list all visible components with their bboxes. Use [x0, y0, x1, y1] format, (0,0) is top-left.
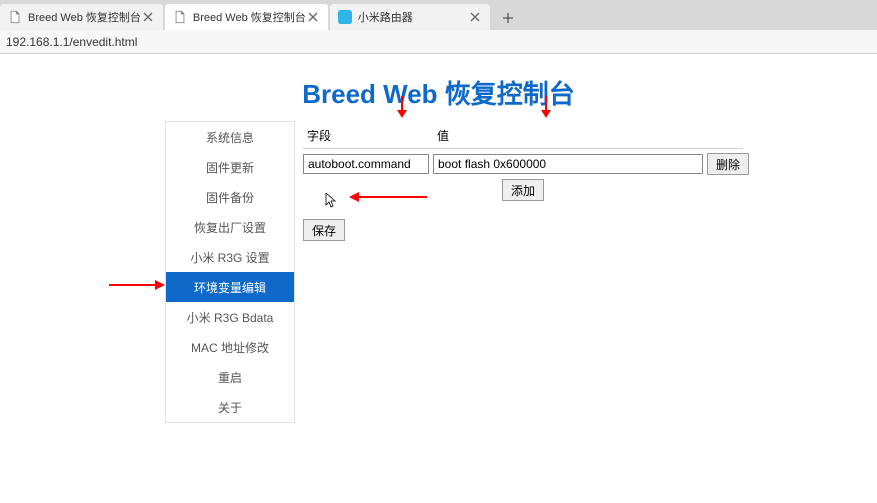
annotation-arrow [345, 190, 427, 204]
tab-title: Breed Web 恢复控制台 [28, 9, 141, 25]
browser-tab-bar: Breed Web 恢复控制台 Breed Web 恢复控制台 小米路由器 [0, 0, 877, 30]
page-icon [8, 10, 22, 24]
sidebar: 系统信息 固件更新 固件备份 恢复出厂设置 小米 R3G 设置 环境变量编辑 小… [165, 121, 295, 423]
save-button[interactable]: 保存 [303, 219, 345, 241]
form-header: 字段 值 [303, 123, 743, 149]
page-title: Breed Web 恢复控制台 [0, 74, 877, 111]
sidebar-item-firmware-backup[interactable]: 固件备份 [166, 182, 294, 212]
tab-title: 小米路由器 [358, 9, 468, 25]
add-button[interactable]: 添加 [502, 179, 544, 201]
address-bar[interactable]: 192.168.1.1/envedit.html [0, 30, 877, 54]
sidebar-item-env-edit[interactable]: 环境变量编辑 [166, 272, 294, 302]
close-icon[interactable] [306, 10, 320, 24]
tab-title: Breed Web 恢复控制台 [193, 9, 306, 25]
sidebar-item-reboot[interactable]: 重启 [166, 362, 294, 392]
sidebar-item-about[interactable]: 关于 [166, 392, 294, 422]
value-input[interactable] [433, 154, 703, 174]
url-text: 192.168.1.1/envedit.html [6, 35, 137, 49]
annotation-arrow [395, 96, 409, 124]
browser-tab-2[interactable]: 小米路由器 [330, 4, 490, 30]
sidebar-item-r3g-bdata[interactable]: 小米 R3G Bdata [166, 302, 294, 332]
sidebar-item-sysinfo[interactable]: 系统信息 [166, 122, 294, 152]
field-header: 字段 [303, 127, 433, 144]
cursor-icon [324, 193, 338, 209]
value-header: 值 [433, 127, 713, 144]
annotation-arrow [539, 96, 553, 124]
close-icon[interactable] [468, 10, 482, 24]
delete-button[interactable]: 删除 [707, 153, 749, 175]
browser-tab-1[interactable]: Breed Web 恢复控制台 [165, 4, 328, 30]
sidebar-item-mac-edit[interactable]: MAC 地址修改 [166, 332, 294, 362]
browser-tab-0[interactable]: Breed Web 恢复控制台 [0, 4, 163, 30]
field-input[interactable] [303, 154, 429, 174]
sidebar-item-r3g-settings[interactable]: 小米 R3G 设置 [166, 242, 294, 272]
main-content: 字段 值 删除 添加 保存 [303, 121, 877, 423]
mi-icon [338, 10, 352, 24]
annotation-arrow [109, 278, 169, 292]
page-icon [173, 10, 187, 24]
sidebar-item-factory-reset[interactable]: 恢复出厂设置 [166, 212, 294, 242]
sidebar-item-firmware-update[interactable]: 固件更新 [166, 152, 294, 182]
close-icon[interactable] [141, 10, 155, 24]
new-tab-button[interactable] [496, 6, 520, 30]
